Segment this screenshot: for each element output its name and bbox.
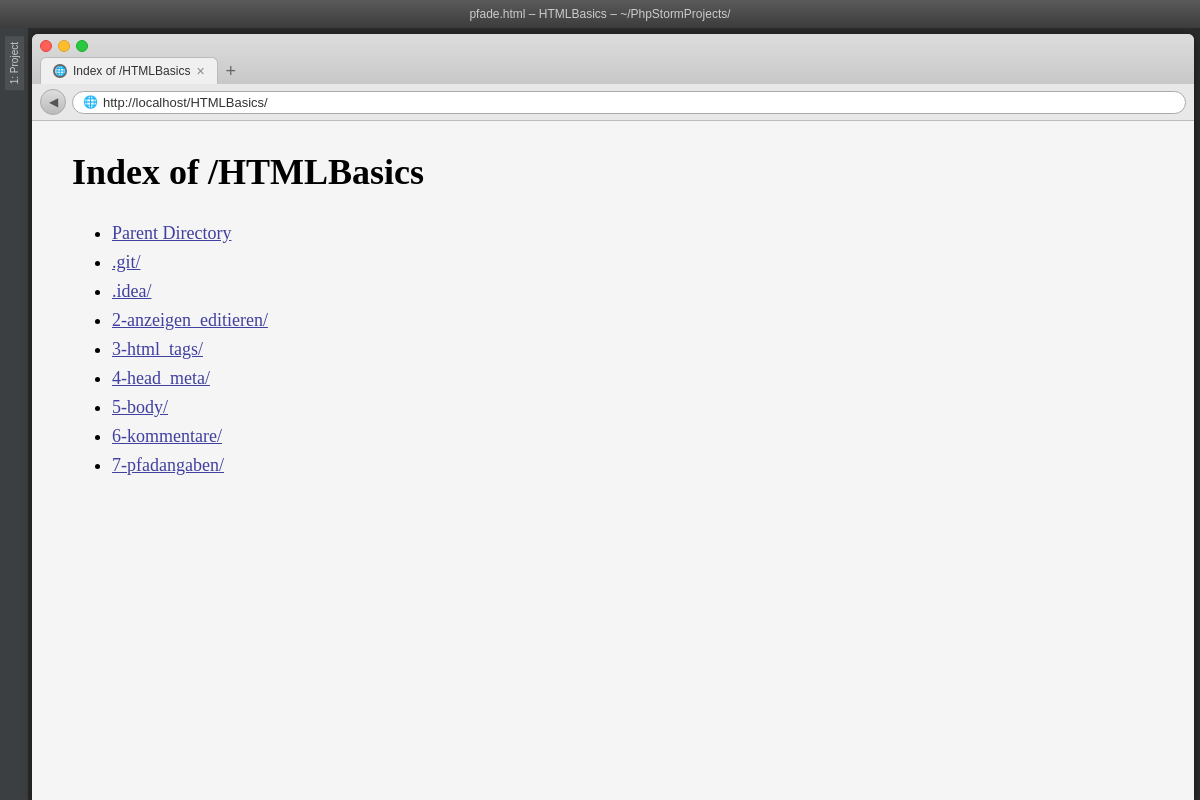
directory-link[interactable]: 5-body/ — [112, 397, 168, 417]
list-item: 4-head_meta/ — [112, 368, 1154, 389]
url-text: http://localhost/HTMLBasics/ — [103, 95, 268, 110]
list-item: 5-body/ — [112, 397, 1154, 418]
browser-nav: ◀ 🌐 http://localhost/HTMLBasics/ — [32, 84, 1194, 121]
list-item: 2-anzeigen_editieren/ — [112, 310, 1154, 331]
list-item: 6-kommentare/ — [112, 426, 1154, 447]
sidebar-item-project[interactable]: 1: Project — [5, 36, 24, 90]
maximize-button[interactable] — [76, 40, 88, 52]
directory-link[interactable]: 3-html_tags/ — [112, 339, 203, 359]
traffic-lights — [40, 40, 1186, 52]
browser-container: 🌐 Index of /HTMLBasics × + ◀ 🌐 http://lo… — [32, 34, 1194, 800]
minimize-button[interactable] — [58, 40, 70, 52]
tab-label: Index of /HTMLBasics — [73, 64, 190, 78]
directory-link[interactable]: 4-head_meta/ — [112, 368, 210, 388]
new-tab-button[interactable]: + — [220, 61, 243, 82]
title-bar-text: pfade.html – HTMLBasics – ~/PhpStormProj… — [469, 7, 730, 21]
active-tab[interactable]: 🌐 Index of /HTMLBasics × — [40, 57, 218, 84]
globe-icon: 🌐 — [83, 95, 97, 109]
address-bar[interactable]: 🌐 http://localhost/HTMLBasics/ — [72, 91, 1186, 114]
list-item: .idea/ — [112, 281, 1154, 302]
tab-favicon: 🌐 — [53, 64, 67, 78]
directory-link[interactable]: 6-kommentare/ — [112, 426, 222, 446]
browser-chrome: 🌐 Index of /HTMLBasics × + — [32, 34, 1194, 84]
browser-tabs: 🌐 Index of /HTMLBasics × + — [40, 57, 1186, 84]
close-button[interactable] — [40, 40, 52, 52]
back-button[interactable]: ◀ — [40, 89, 66, 115]
title-bar: pfade.html – HTMLBasics – ~/PhpStormProj… — [0, 0, 1200, 28]
close-tab-button[interactable]: × — [196, 63, 204, 79]
directory-link[interactable]: .idea/ — [112, 281, 151, 301]
directory-link[interactable]: 7-pfadangaben/ — [112, 455, 224, 475]
list-item: 7-pfadangaben/ — [112, 455, 1154, 476]
page-title: Index of /HTMLBasics — [72, 151, 1154, 193]
directory-link[interactable]: 2-anzeigen_editieren/ — [112, 310, 268, 330]
browser-content: Index of /HTMLBasics Parent Directory .gi… — [32, 121, 1194, 800]
list-item: 3-html_tags/ — [112, 339, 1154, 360]
directory-link[interactable]: .git/ — [112, 252, 141, 272]
list-item: Parent Directory — [112, 223, 1154, 244]
list-item: .git/ — [112, 252, 1154, 273]
directory-link[interactable]: Parent Directory — [112, 223, 231, 243]
ide-wrapper: 1: Project 🌐 Index of /HTMLBasics × + ◀ — [0, 28, 1200, 800]
directory-list: Parent Directory .git/ .idea/2-anzeigen_ed… — [72, 223, 1154, 476]
ide-sidebar: 1: Project — [0, 28, 28, 800]
